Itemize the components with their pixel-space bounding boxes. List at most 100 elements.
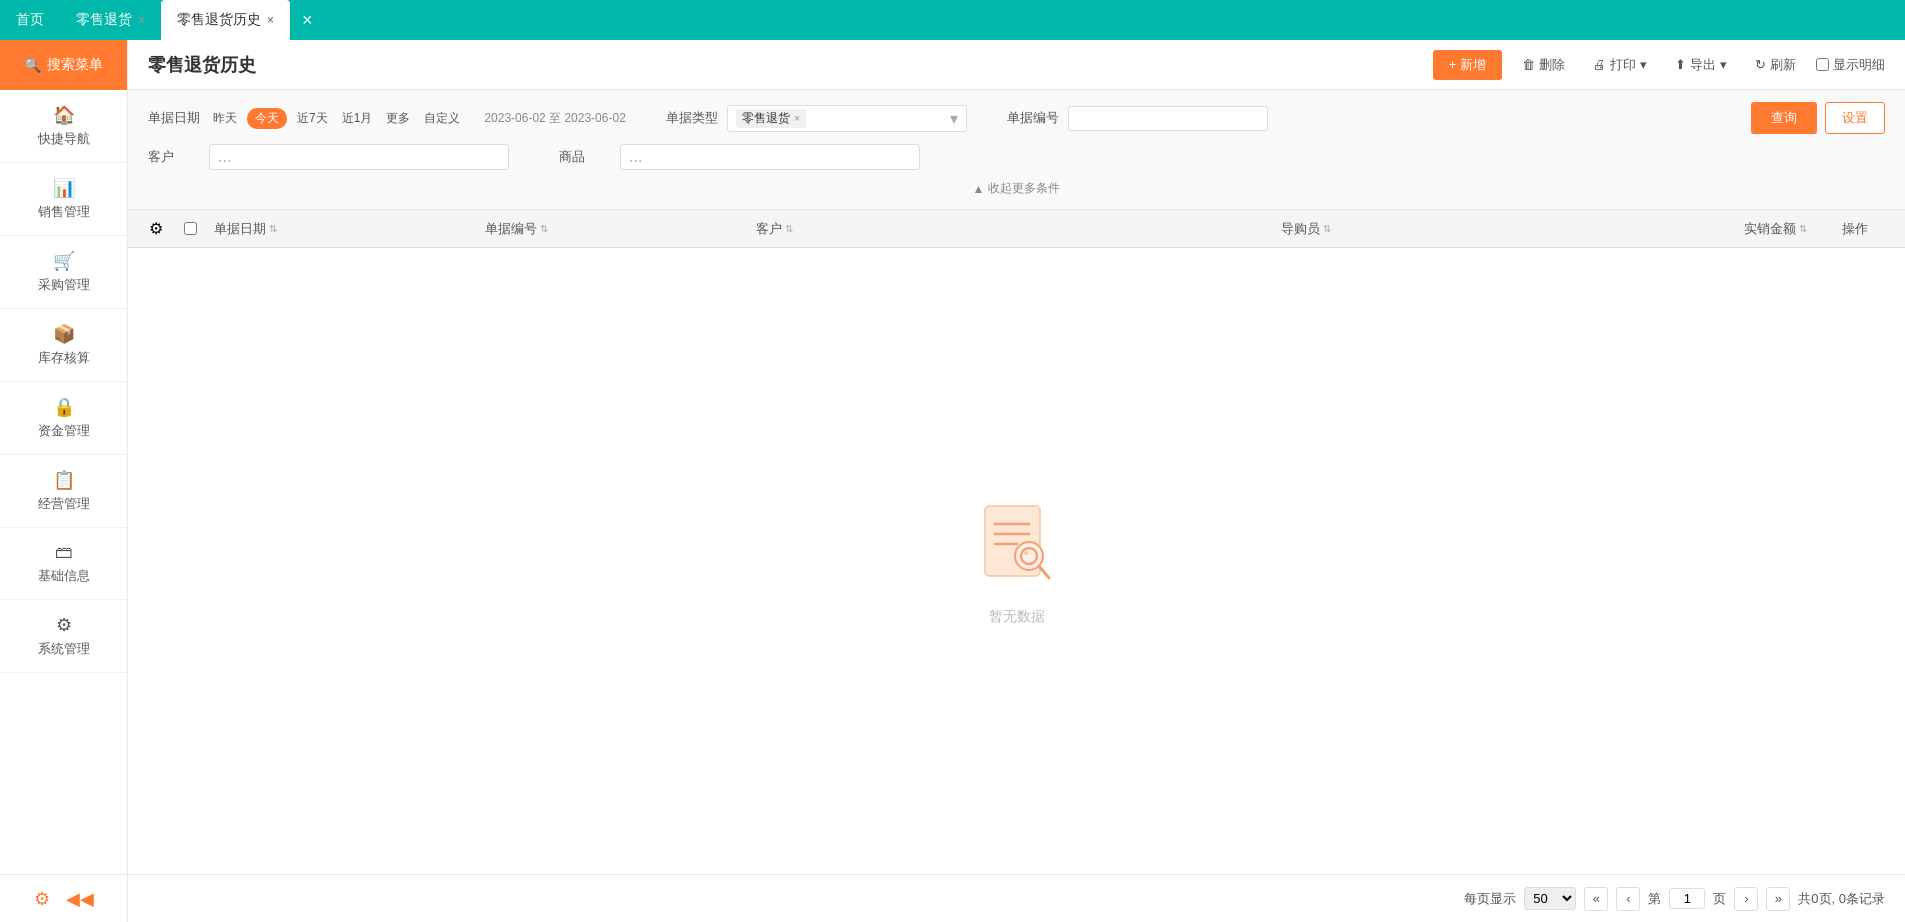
tab-home[interactable]: 首页 — [0, 0, 60, 40]
print-chevron-icon: ▾ — [1640, 57, 1647, 72]
delete-icon: 🗑 — [1522, 57, 1535, 72]
add-button[interactable]: + 新增 — [1433, 50, 1502, 80]
top-bar: 首页 零售退货 × 零售退货历史 × × — [0, 0, 1905, 40]
empty-state: 暂无数据 — [128, 248, 1905, 874]
search-icon: 🔍 — [24, 57, 41, 73]
main-layout: 🔍 搜索菜单 🏠 快捷导航 📊 销售管理 🛒 采购管理 📦 库存核算 🔒 — [0, 40, 1905, 922]
export-button[interactable]: ⬆ 导出 ▾ — [1667, 52, 1735, 78]
tab-retail-return[interactable]: 零售退货 × — [60, 0, 161, 40]
customer-label: 客户 — [148, 148, 203, 166]
page-number-input[interactable] — [1669, 888, 1705, 909]
pagination-bar: 每页显示 50 10 20 100 « ‹ 第 页 › » 共0页, 0条记录 — [128, 874, 1905, 922]
svg-point-7 — [1024, 551, 1028, 555]
basic-info-icon: 🗃 — [55, 542, 73, 563]
empty-text: 暂无数据 — [989, 608, 1045, 626]
export-icon: ⬆ — [1675, 57, 1686, 72]
sort-amount-icon: ⇅ — [1799, 223, 1807, 234]
sort-customer-icon: ⇅ — [785, 223, 793, 234]
filter-row-1: 单据日期 昨天 今天 近7天 近1月 更多 自定义 2023-06-02 至 2… — [148, 102, 1885, 134]
empty-icon — [967, 496, 1067, 596]
query-button[interactable]: 查询 — [1751, 102, 1817, 134]
date-btn-1month[interactable]: 近1月 — [338, 108, 377, 129]
inventory-icon: 📦 — [53, 323, 75, 345]
finance-icon: 🔒 — [53, 396, 75, 418]
sort-no-icon: ⇅ — [540, 223, 548, 234]
customer-input[interactable]: ... — [209, 144, 509, 170]
print-button[interactable]: 🖨 打印 ▾ — [1585, 52, 1655, 78]
close-retail-return-tab[interactable]: × — [138, 13, 145, 27]
goods-input[interactable]: ... — [620, 144, 920, 170]
doc-type-tag-close[interactable]: × — [794, 112, 800, 124]
collapse-icon: ▲ — [973, 182, 985, 196]
th-check[interactable] — [174, 222, 206, 235]
show-detail-checkbox[interactable] — [1816, 58, 1829, 71]
th-date[interactable]: 单据日期 ⇅ — [206, 220, 477, 238]
home-icon: 🏠 — [53, 104, 75, 126]
sidebar-item-inventory[interactable]: 📦 库存核算 — [0, 309, 127, 382]
customer-placeholder: ... — [218, 148, 231, 166]
date-btn-custom[interactable]: 自定义 — [420, 108, 464, 129]
refresh-icon: ↻ — [1755, 57, 1766, 72]
table-header: ⚙ 单据日期 ⇅ 单据编号 ⇅ 客户 ⇅ 导购员 — [128, 210, 1905, 248]
date-btn-today[interactable]: 今天 — [247, 108, 287, 129]
close-retail-return-history-tab[interactable]: × — [267, 13, 274, 27]
filter-settings-button[interactable]: 设置 — [1825, 102, 1885, 134]
date-filter-buttons: 昨天 今天 近7天 近1月 更多 自定义 — [209, 108, 464, 129]
total-label: 共0页, 0条记录 — [1798, 890, 1885, 908]
delete-button[interactable]: 🗑 删除 — [1514, 52, 1573, 78]
th-ops: 操作 — [1815, 220, 1895, 238]
goods-label: 商品 — [559, 148, 614, 166]
th-customer[interactable]: 客户 ⇅ — [748, 220, 1274, 238]
column-settings-icon[interactable]: ⚙ — [149, 219, 163, 238]
close-window-button[interactable]: × — [290, 10, 325, 31]
th-amount[interactable]: 实销金额 ⇅ — [1544, 220, 1815, 238]
sidebar-item-ops-mgmt[interactable]: 📋 经营管理 — [0, 455, 127, 528]
sales-icon: 📊 — [53, 177, 75, 199]
content-area: 零售退货历史 + 新增 🗑 删除 🖨 打印 ▾ ⬆ 导出 ▾ — [128, 40, 1905, 922]
page-unit-label: 页 — [1713, 890, 1726, 908]
sidebar-item-sales-mgmt[interactable]: 📊 销售管理 — [0, 163, 127, 236]
volume-icon[interactable]: ◀◀ — [66, 888, 94, 910]
prev-page-btn[interactable]: ‹ — [1616, 887, 1640, 911]
doc-no-input[interactable] — [1068, 106, 1268, 131]
sidebar-item-purchase-mgmt[interactable]: 🛒 采购管理 — [0, 236, 127, 309]
th-settings[interactable]: ⚙ — [138, 219, 174, 238]
date-filter-label: 单据日期 — [148, 109, 203, 127]
doc-no-label: 单据编号 — [1007, 109, 1062, 127]
filter-row-2: 客户 ... 商品 ... — [148, 144, 1885, 170]
date-range-display: 2023-06-02 至 2023-06-02 — [484, 110, 625, 127]
show-detail-checkbox-wrapper[interactable]: 显示明细 — [1816, 56, 1885, 74]
refresh-button[interactable]: ↻ 刷新 — [1747, 52, 1804, 78]
sidebar-item-quick-nav[interactable]: 🏠 快捷导航 — [0, 90, 127, 163]
date-btn-7days[interactable]: 近7天 — [293, 108, 332, 129]
current-page-label: 第 — [1648, 890, 1661, 908]
sidebar-item-finance[interactable]: 🔒 资金管理 — [0, 382, 127, 455]
export-chevron-icon: ▾ — [1720, 57, 1727, 72]
filter-area: 单据日期 昨天 今天 近7天 近1月 更多 自定义 2023-06-02 至 2… — [128, 90, 1905, 210]
sidebar-item-basic-info[interactable]: 🗃 基础信息 — [0, 528, 127, 600]
sidebar-search[interactable]: 🔍 搜索菜单 — [0, 40, 127, 90]
goods-placeholder: ... — [629, 148, 642, 166]
first-page-btn[interactable]: « — [1584, 887, 1608, 911]
purchase-icon: 🛒 — [53, 250, 75, 272]
doc-type-select[interactable]: 零售退货 × ▾ — [727, 105, 967, 132]
sidebar-item-sys-mgmt[interactable]: ⚙ 系统管理 — [0, 600, 127, 673]
collapse-bar[interactable]: ▲ 收起更多条件 — [148, 180, 1885, 197]
settings-icon[interactable]: ⚙ — [34, 888, 50, 910]
date-btn-more[interactable]: 更多 — [382, 108, 414, 129]
sort-guide-icon: ⇅ — [1323, 223, 1331, 234]
sidebar: 🔍 搜索菜单 🏠 快捷导航 📊 销售管理 🛒 采购管理 📦 库存核算 🔒 — [0, 40, 128, 922]
last-page-btn[interactable]: » — [1766, 887, 1790, 911]
th-guide[interactable]: 导购员 ⇅ — [1273, 220, 1544, 238]
tab-retail-return-history[interactable]: 零售退货历史 × — [161, 0, 290, 40]
sidebar-bottom: ⚙ ◀◀ — [0, 874, 127, 922]
page-size-select[interactable]: 50 10 20 100 — [1524, 887, 1576, 910]
ops-icon: 📋 — [53, 469, 75, 491]
doc-type-tag: 零售退货 × — [736, 109, 806, 128]
date-btn-yesterday[interactable]: 昨天 — [209, 108, 241, 129]
select-all-checkbox[interactable] — [184, 222, 197, 235]
doc-type-arrow-icon: ▾ — [950, 109, 958, 128]
th-no[interactable]: 单据编号 ⇅ — [477, 220, 748, 238]
next-page-btn[interactable]: › — [1734, 887, 1758, 911]
page-title: 零售退货历史 — [148, 53, 1433, 77]
